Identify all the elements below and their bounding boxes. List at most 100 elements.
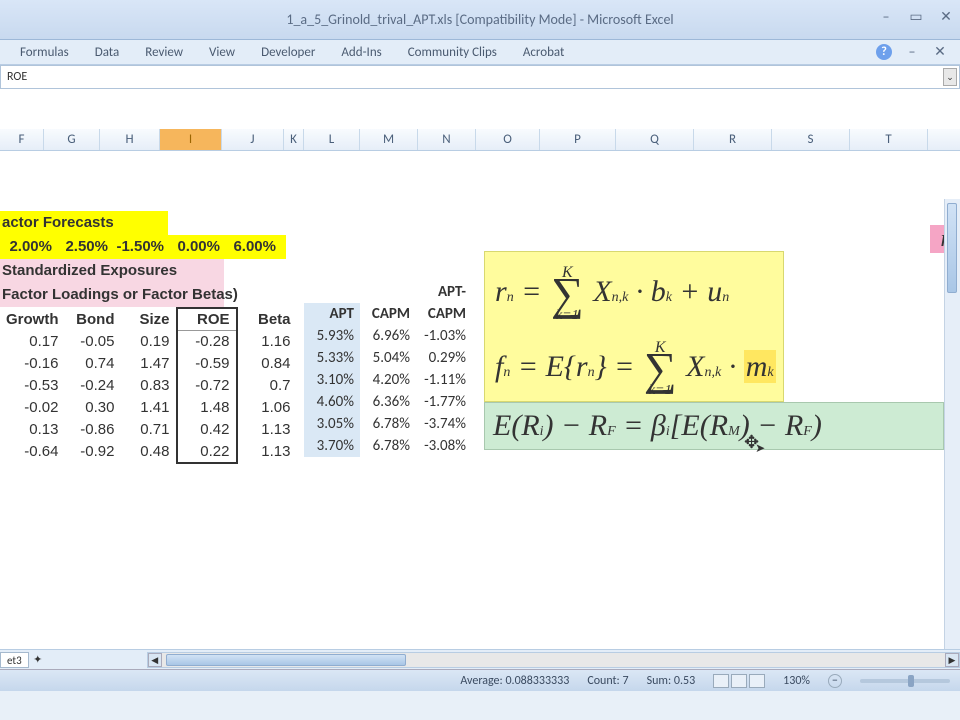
cell-size[interactable]: 0.83 <box>121 375 177 397</box>
cell-beta[interactable]: 0.7 <box>237 375 297 397</box>
col-header-F[interactable]: F <box>0 129 44 150</box>
hscroll-left-icon[interactable]: ◀ <box>148 653 162 667</box>
cell-apt[interactable]: 3.05% <box>304 413 360 435</box>
zoom-slider[interactable] <box>860 679 950 683</box>
cell-bond[interactable]: -0.92 <box>65 441 121 463</box>
cell-capm[interactable]: 6.36% <box>360 391 416 413</box>
cell-bond[interactable]: 0.30 <box>65 397 121 419</box>
tab-community-clips[interactable]: Community Clips <box>408 45 497 60</box>
cell-roe[interactable]: -0.28 <box>177 331 237 353</box>
cell-diff[interactable]: 0.29% <box>416 347 472 369</box>
th-roe: ROE <box>177 308 237 331</box>
col-header-M[interactable]: M <box>360 129 418 150</box>
new-sheet-icon[interactable]: ✦ <box>29 653 47 666</box>
col-header-P[interactable]: P <box>540 129 616 150</box>
cell-growth[interactable]: -0.02 <box>0 397 65 419</box>
cell-growth[interactable]: 0.13 <box>0 419 65 441</box>
col-header-R[interactable]: R <box>694 129 772 150</box>
tab-acrobat[interactable]: Acrobat <box>523 45 565 60</box>
cell-size[interactable]: 1.47 <box>121 353 177 375</box>
worksheet-area[interactable]: FGHIJKLMNOPQRST actor Forecasts 2.00% 2.… <box>0 89 960 649</box>
cell-capm[interactable]: 5.04% <box>360 347 416 369</box>
col-header-H[interactable]: H <box>100 129 160 150</box>
tab-review[interactable]: Review <box>145 45 183 60</box>
cell-roe[interactable]: 0.22 <box>177 441 237 463</box>
cell-growth[interactable]: 0.17 <box>0 331 65 353</box>
cell-apt[interactable]: 3.70% <box>304 435 360 457</box>
cell-beta[interactable]: 0.84 <box>237 353 297 375</box>
cell-roe[interactable]: 0.42 <box>177 419 237 441</box>
col-header-L[interactable]: L <box>304 129 360 150</box>
col-header-Q[interactable]: Q <box>616 129 694 150</box>
cell-apt[interactable]: 5.93% <box>304 325 360 347</box>
tab-addins[interactable]: Add-Ins <box>341 45 381 60</box>
cell-bond[interactable]: -0.86 <box>65 419 121 441</box>
cell-capm[interactable]: 6.96% <box>360 325 416 347</box>
cell-size[interactable]: 0.71 <box>121 419 177 441</box>
cell-roe[interactable]: 1.48 <box>177 397 237 419</box>
horizontal-scrollbar[interactable]: ◀ ▶ <box>147 652 960 668</box>
cell-beta[interactable]: 1.06 <box>237 397 297 419</box>
formula-bar-expand-icon[interactable]: ⌄ <box>943 68 957 86</box>
col-header-T[interactable]: T <box>850 129 928 150</box>
cell-capm[interactable]: 6.78% <box>360 413 416 435</box>
minimize-button[interactable]: – <box>878 10 894 24</box>
cell-bond[interactable]: -0.05 <box>65 331 121 353</box>
ribbon-close-icon[interactable]: ✕ <box>932 45 948 59</box>
ribbon-minimize-icon[interactable]: – <box>904 45 920 59</box>
hscroll-thumb[interactable] <box>166 654 406 666</box>
col-header-S[interactable]: S <box>772 129 850 150</box>
tab-data[interactable]: Data <box>95 45 120 60</box>
restore-button[interactable]: ▭ <box>908 10 924 24</box>
hscroll-right-icon[interactable]: ▶ <box>945 653 959 667</box>
col-header-G[interactable]: G <box>44 129 100 150</box>
view-layout-icon[interactable] <box>731 674 747 688</box>
cell-apt[interactable]: 3.10% <box>304 369 360 391</box>
cell-diff[interactable]: -1.77% <box>416 391 472 413</box>
th-beta: Beta <box>237 308 297 331</box>
help-icon[interactable]: ? <box>876 44 892 60</box>
cell-diff[interactable]: -3.08% <box>416 435 472 457</box>
th-growth: Growth <box>0 308 65 331</box>
cell-roe[interactable]: -0.59 <box>177 353 237 375</box>
col-header-K[interactable]: K <box>284 129 304 150</box>
th-bond: Bond <box>65 308 121 331</box>
cell-size[interactable]: 1.41 <box>121 397 177 419</box>
cell-apt[interactable]: 5.33% <box>304 347 360 369</box>
cell-apt[interactable]: 4.60% <box>304 391 360 413</box>
table-row: 3.10%4.20%-1.11% <box>304 369 472 391</box>
cell-growth[interactable]: -0.16 <box>0 353 65 375</box>
cell-diff[interactable]: -1.03% <box>416 325 472 347</box>
cell-capm[interactable]: 6.78% <box>360 435 416 457</box>
cell-size[interactable]: 0.48 <box>121 441 177 463</box>
cell-diff[interactable]: -1.11% <box>416 369 472 391</box>
vertical-scrollbar[interactable] <box>944 199 960 649</box>
cell-bond[interactable]: 0.74 <box>65 353 121 375</box>
cell-beta[interactable]: 1.13 <box>237 419 297 441</box>
col-header-I[interactable]: I <box>160 129 222 150</box>
cell-capm[interactable]: 4.20% <box>360 369 416 391</box>
col-header-J[interactable]: J <box>222 129 284 150</box>
table-row: -0.53-0.240.83-0.720.7 <box>0 375 297 397</box>
tab-formulas[interactable]: Formulas <box>20 45 69 60</box>
cell-beta[interactable]: 1.13 <box>237 441 297 463</box>
cell-beta[interactable]: 1.16 <box>237 331 297 353</box>
cell-size[interactable]: 0.19 <box>121 331 177 353</box>
col-header-O[interactable]: O <box>476 129 540 150</box>
cell-growth[interactable]: -0.53 <box>0 375 65 397</box>
sheet-tab[interactable]: et3 <box>0 652 29 668</box>
formula-bar[interactable]: ROE ⌄ <box>0 65 960 89</box>
view-normal-icon[interactable] <box>713 674 729 688</box>
grid-body[interactable]: actor Forecasts 2.00% 2.50% -1.50% 0.00%… <box>0 151 960 649</box>
tab-view[interactable]: View <box>209 45 235 60</box>
cell-bond[interactable]: -0.24 <box>65 375 121 397</box>
tab-developer[interactable]: Developer <box>261 45 315 60</box>
cell-roe[interactable]: -0.72 <box>177 375 237 397</box>
vertical-scroll-thumb[interactable] <box>947 203 957 293</box>
view-pagebreak-icon[interactable] <box>749 674 765 688</box>
cell-growth[interactable]: -0.64 <box>0 441 65 463</box>
cell-diff[interactable]: -3.74% <box>416 413 472 435</box>
col-header-N[interactable]: N <box>418 129 476 150</box>
zoom-out-icon[interactable]: − <box>828 674 842 688</box>
close-button[interactable]: ✕ <box>938 10 954 24</box>
